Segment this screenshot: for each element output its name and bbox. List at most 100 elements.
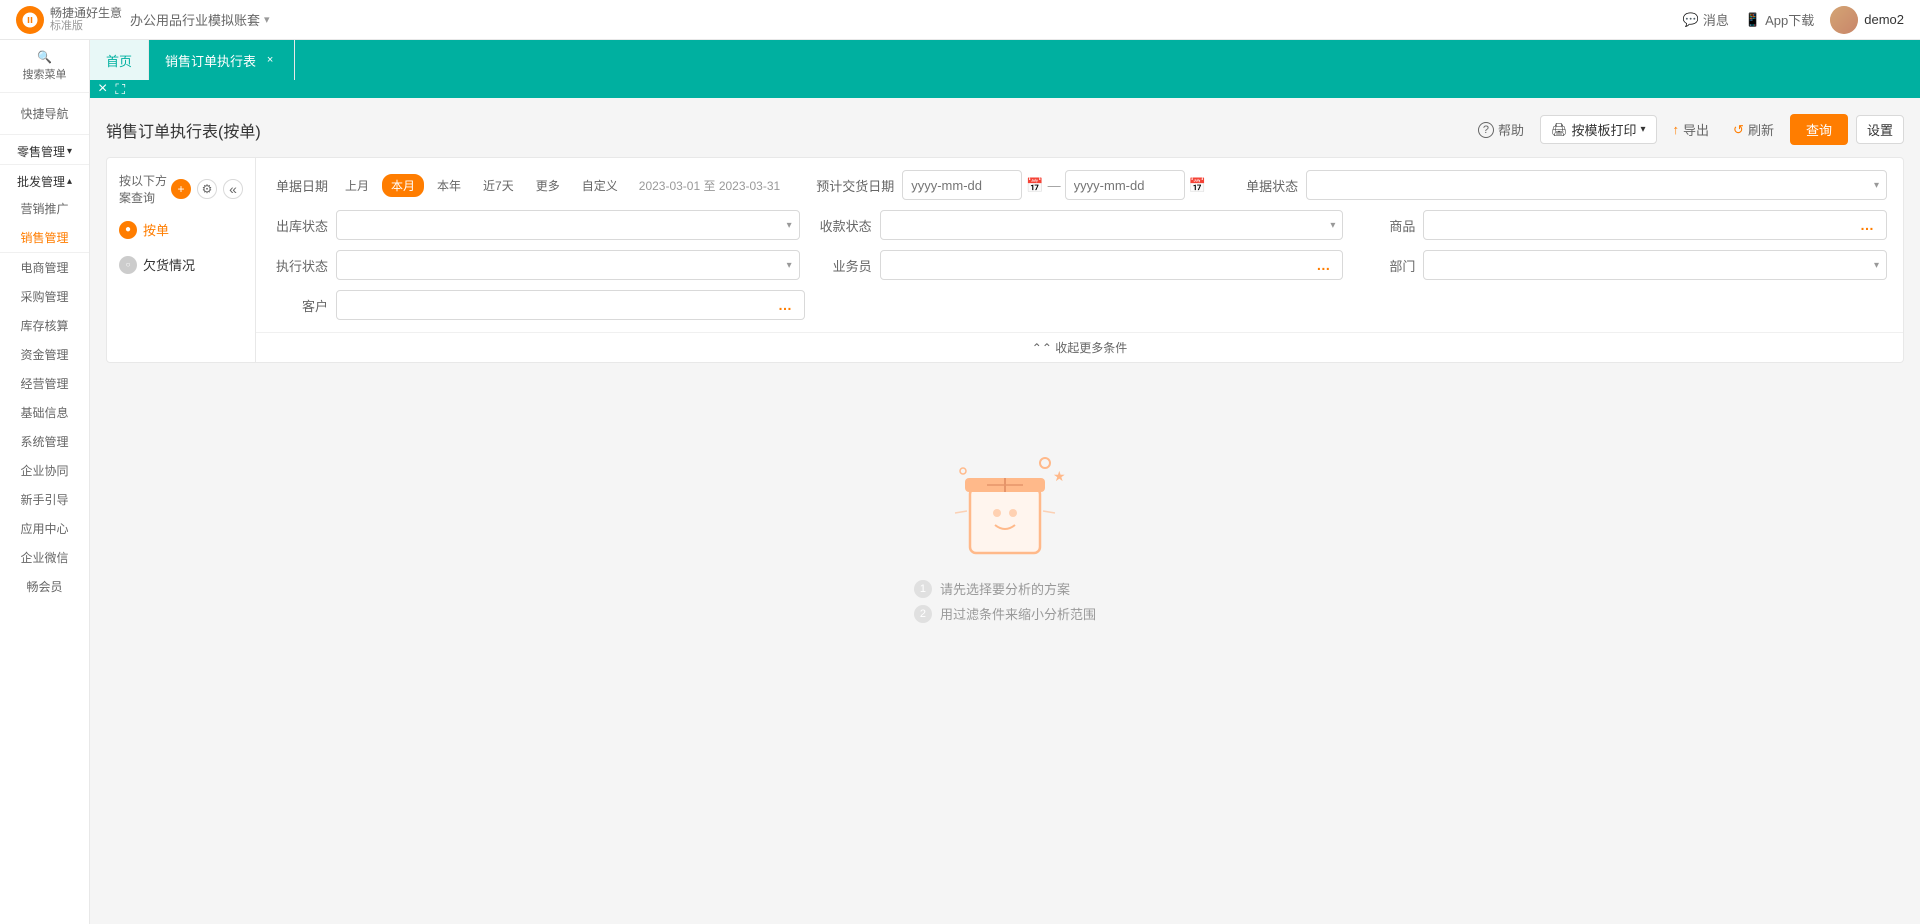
department-label: 部门: [1359, 256, 1415, 275]
date-this-month-btn[interactable]: 本月: [382, 174, 424, 197]
order-icon: ●: [119, 221, 137, 239]
expected-date-range: 📅 — 📅: [902, 170, 1206, 200]
print-icon: 🖨: [1551, 122, 1568, 138]
main-layout: 🔍 搜索菜单 快捷导航 零售管理 ▾ 批发管理 ▴ 营销推广 销售管理 电商管理…: [0, 40, 1920, 924]
query-button[interactable]: 查询: [1790, 114, 1848, 145]
date-7days-btn[interactable]: 近7天: [474, 174, 523, 197]
print-chevron-icon: ▾: [1641, 124, 1646, 135]
salesman-input[interactable]: [889, 258, 1313, 273]
sidebar-item-basic-info[interactable]: 基础信息: [0, 398, 89, 427]
tab-close-icon[interactable]: ×: [262, 52, 278, 68]
right-filter-area: 单据日期 上月 本月 本年 近7天 更多 自定义 2023-03-01 至 20…: [256, 157, 1904, 363]
close-tab-icon[interactable]: ×: [98, 80, 107, 98]
sidebar-item-enterprise[interactable]: 企业协同: [0, 456, 89, 485]
filter-group-collection: 收款状态 ▾: [816, 210, 1344, 240]
salesman-more-button[interactable]: …: [1312, 255, 1334, 275]
sidebar-item-wechat[interactable]: 企业微信: [0, 543, 89, 572]
print-button[interactable]: 🖨 按模板打印 ▾: [1540, 115, 1657, 144]
goods-more-button[interactable]: …: [1856, 215, 1878, 235]
customer-input-wrap: …: [336, 290, 805, 320]
expected-date-start[interactable]: [902, 170, 1022, 200]
exec-status-select[interactable]: [336, 250, 800, 280]
collection-status-select[interactable]: [880, 210, 1344, 240]
sidebar-search[interactable]: 🔍 搜索菜单: [0, 40, 89, 93]
message-button[interactable]: 💬 消息: [1683, 10, 1729, 29]
sidebar-section-retail: 零售管理 ▾: [0, 135, 89, 165]
expected-date-end[interactable]: [1065, 170, 1185, 200]
collapse-up-icon: ⌃⌃: [1032, 341, 1052, 355]
date-label: 单据日期: [272, 176, 328, 195]
empty-step-2: 2 用过滤条件来缩小分析范围: [914, 604, 1096, 623]
date-custom-btn[interactable]: 自定义: [573, 174, 627, 197]
top-bar-left: 畅捷通好生意 标准版 办公用品行业模拟账套 ▾: [16, 6, 270, 34]
calendar-start-icon[interactable]: 📅: [1026, 177, 1043, 194]
settings-button[interactable]: 设置: [1856, 115, 1904, 144]
export-button[interactable]: ↑ 导出: [1665, 116, 1718, 143]
logo-icon: [16, 6, 44, 34]
collapse-more-button[interactable]: ⌃⌃ 收起更多条件: [256, 332, 1903, 362]
sidebar-item-finance[interactable]: 资金管理: [0, 340, 89, 369]
sidebar-item-marketing[interactable]: 营销推广: [0, 194, 89, 223]
empty-step-1: 1 请先选择要分析的方案: [914, 579, 1096, 598]
step-2-num: 2: [914, 605, 932, 623]
sidebar-item-purchasing[interactable]: 采购管理: [0, 282, 89, 311]
shortage-icon: ○: [119, 256, 137, 274]
sidebar-item-inventory[interactable]: 库存核算: [0, 311, 89, 340]
refresh-icon: ↺: [1733, 122, 1744, 138]
sidebar-item-app-center[interactable]: 应用中心: [0, 514, 89, 543]
chevron-down-icon: ▾: [67, 146, 72, 157]
refresh-button[interactable]: ↺ 刷新: [1725, 116, 1782, 143]
left-panel-item-shortage[interactable]: ○ 欠货情况: [107, 247, 255, 282]
tab-home[interactable]: 首页: [90, 40, 149, 80]
date-last-month-btn[interactable]: 上月: [336, 174, 378, 197]
sidebar-item-operations[interactable]: 经营管理: [0, 369, 89, 398]
sidebar-item-sales-management[interactable]: 销售管理: [0, 223, 89, 252]
filter-panel-area: 按以下方案查询 + ⚙ « ● 按单 ○ 欠货情况: [106, 157, 1904, 363]
salesman-input-wrap: …: [880, 250, 1344, 280]
filter-row-4: 客户 …: [272, 290, 1887, 320]
sidebar-item-system[interactable]: 系统管理: [0, 427, 89, 456]
expand-icon[interactable]: ⛶: [115, 81, 125, 98]
goods-input[interactable]: [1432, 218, 1856, 233]
content-area: 首页 销售订单执行表 × × ⛶ 销售订单执行表(按单) ? 帮助: [90, 40, 1920, 924]
left-panel-item-order[interactable]: ● 按单: [107, 212, 255, 247]
help-icon: ?: [1478, 122, 1494, 138]
order-status-label: 单据状态: [1242, 176, 1298, 195]
date-this-year-btn[interactable]: 本年: [428, 174, 470, 197]
date-quick-buttons: 上月 本月 本年 近7天 更多 自定义: [336, 174, 627, 197]
calendar-end-icon[interactable]: 📅: [1189, 177, 1206, 194]
search-icon: 🔍: [37, 50, 52, 64]
customer-more-button[interactable]: …: [774, 295, 796, 315]
app-download-button[interactable]: 📱 App下载: [1745, 10, 1814, 29]
customer-input[interactable]: [345, 298, 774, 313]
user-profile[interactable]: demo2: [1830, 6, 1904, 34]
left-panel-collapse-button[interactable]: «: [223, 179, 243, 199]
delivery-status-select[interactable]: [336, 210, 800, 240]
company-selector[interactable]: 办公用品行业模拟账套 ▾: [130, 10, 270, 29]
sidebar-item-member[interactable]: 畅会员: [0, 572, 89, 601]
app-download-icon: 📱: [1745, 12, 1761, 28]
page-title: 销售订单执行表(按单): [106, 118, 261, 142]
date-more-btn[interactable]: 更多: [527, 174, 569, 197]
tab-sales-order[interactable]: 销售订单执行表 ×: [149, 40, 295, 80]
tab-bar: 首页 销售订单执行表 × × ⛶: [90, 40, 1920, 98]
left-panel-settings-button[interactable]: ⚙: [197, 179, 217, 199]
sidebar-item-new-guide[interactable]: 新手引导: [0, 485, 89, 514]
filter-row-1: 单据日期 上月 本月 本年 近7天 更多 自定义 2023-03-01 至 20…: [272, 170, 1887, 200]
help-button[interactable]: ? 帮助: [1470, 116, 1532, 143]
top-bar-right: 💬 消息 📱 App下载 demo2: [1683, 6, 1904, 34]
sidebar-item-retail-management[interactable]: 零售管理 ▾: [0, 135, 89, 164]
tab-bar-actions: × ⛶: [90, 80, 1920, 98]
page-header: 销售订单执行表(按单) ? 帮助 🖨 按模板打印 ▾ ↑ 导出: [106, 114, 1904, 145]
sidebar-section-wholesale: 批发管理 ▴ 营销推广 销售管理: [0, 165, 89, 253]
order-status-select[interactable]: [1306, 170, 1887, 200]
delivery-status-label: 出库状态: [272, 216, 328, 235]
sidebar-item-wholesale-management[interactable]: 批发管理 ▴: [0, 165, 89, 194]
left-panel-add-button[interactable]: +: [171, 179, 191, 199]
sidebar-item-ecommerce[interactable]: 电商管理: [0, 253, 89, 282]
department-select-wrap: ▾: [1423, 250, 1887, 280]
goods-label: 商品: [1359, 216, 1415, 235]
department-select[interactable]: [1423, 250, 1887, 280]
avatar: [1830, 6, 1858, 34]
sidebar-quick-nav[interactable]: 快捷导航: [0, 93, 89, 135]
